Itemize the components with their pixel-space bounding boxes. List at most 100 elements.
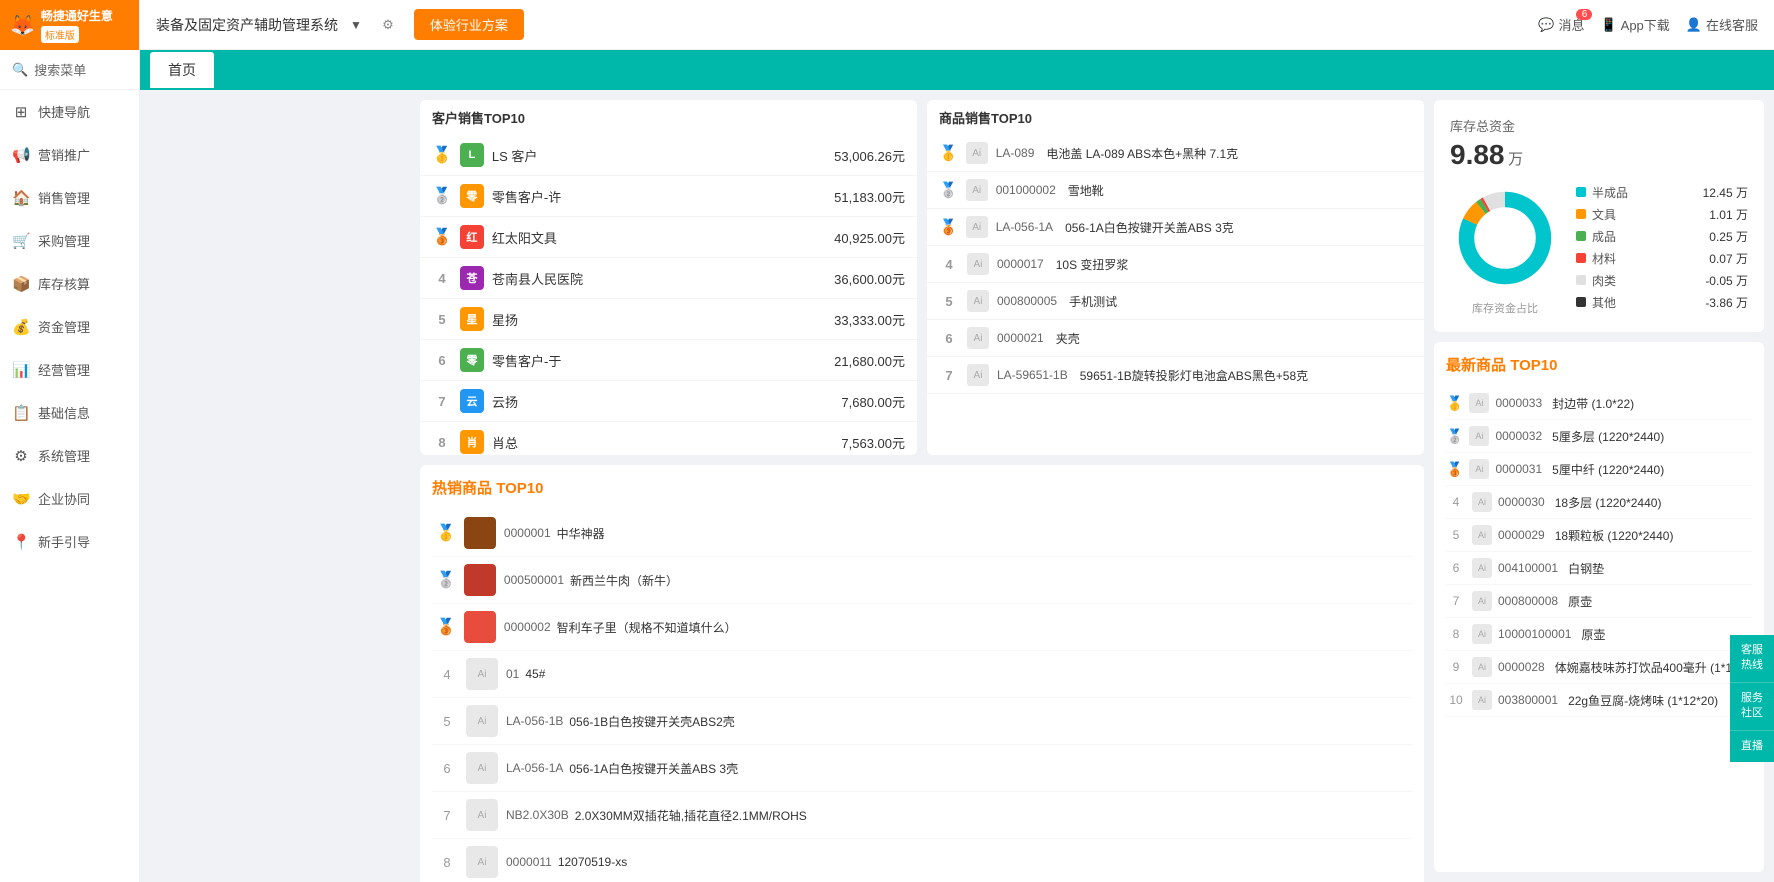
product-name: 电池盖 LA-089 ABS本色+黑种 7.1克 <box>1046 145 1412 162</box>
sidebar-item-sales[interactable]: 🏠 销售管理 <box>0 176 139 219</box>
legend-item: 肉类 -0.05 万 <box>1576 272 1748 289</box>
legend-dot <box>1576 187 1586 197</box>
hot-product-code: 01 <box>506 667 519 681</box>
new-product-code: 004100001 <box>1498 561 1558 575</box>
rank-number: 6 <box>432 353 452 368</box>
rank-medal: 🥈 <box>939 181 958 199</box>
rank-avatar: 云 <box>460 389 484 413</box>
new-product-name: 22g鱼豆腐-烧烤味 (1*12*20) <box>1568 692 1718 709</box>
header: 装备及固定资产辅助管理系统 ▼ ⚙ 体验行业方案 💬 消息 6 📱 App下载 … <box>140 0 1774 50</box>
sidebar-search[interactable]: 🔍 搜索菜单 <box>0 50 139 90</box>
sidebar-item-coop[interactable]: 🤝 企业协同 <box>0 477 139 520</box>
search-icon: 🔍 <box>12 62 28 78</box>
left-panel <box>140 90 420 882</box>
product-sales-panel: 商品销售TOP10 🥇 Ai LA-089 电池盖 LA-089 ABS本色+黑… <box>927 100 1424 455</box>
product-name: 夹壳 <box>1056 330 1412 347</box>
hot-product-name: 中华神器 <box>557 525 605 542</box>
float-service-live[interactable]: 直播 <box>1730 731 1774 762</box>
header-right: 💬 消息 6 📱 App下载 👤 在线客服 <box>1538 15 1758 34</box>
new-product-name: 原壶 <box>1581 626 1605 643</box>
customer-ranking-title: 客户销售TOP10 <box>432 108 905 127</box>
header-dropdown[interactable]: ▼ <box>350 18 362 32</box>
new-product-code: 0000033 <box>1495 396 1542 410</box>
hot-product-name: 056-1A白色按键开关盖ABS 3壳 <box>569 760 738 777</box>
hot-product-code: NB2.0X30B <box>506 808 569 822</box>
rank-number: 9 <box>1446 660 1466 674</box>
sidebar-item-label: 快捷导航 <box>38 102 90 121</box>
legend-value: 12.45 万 <box>1703 184 1748 201</box>
finance-icon: 💰 <box>12 318 30 336</box>
rank-number: 7 <box>1446 594 1466 608</box>
legend-item: 半成品 12.45 万 <box>1576 184 1748 201</box>
float-service-community[interactable]: 服务 社区 <box>1730 683 1774 731</box>
rank-medal: 🥈 <box>1446 428 1463 445</box>
new-product-thumb: Ai <box>1472 624 1492 644</box>
rank-number: 4 <box>436 667 458 682</box>
hot-product-row: 🥈 000500001 新西兰牛肉（新牛） <box>432 557 1412 604</box>
product-thumbnail <box>464 517 496 549</box>
float-service-hotline[interactable]: 客服 热线 <box>1730 635 1774 683</box>
rank-name: 红太阳文具 <box>492 228 826 247</box>
legend-value: 0.25 万 <box>1709 228 1748 245</box>
product-code: LA-089 <box>996 146 1035 160</box>
online-service-button[interactable]: 👤 在线客服 <box>1686 15 1758 34</box>
customer-rank-row: 🥈 零 零售客户-许 51,183.00元 <box>420 176 917 217</box>
app-download-button[interactable]: 📱 App下载 <box>1600 15 1669 34</box>
legend-item: 文具 1.01 万 <box>1576 206 1748 223</box>
rank-medal: 🥇 <box>432 145 452 165</box>
hot-product-row: 8 Ai 0000011 12070519-xs <box>432 839 1412 882</box>
home-icon: ⊞ <box>12 103 30 121</box>
hot-product-row: 🥉 0000002 智利车子里（规格不知道填什么） <box>432 604 1412 651</box>
rank-number: 7 <box>432 394 452 409</box>
product-rank-row: 6 Ai 0000021 夹壳 <box>927 320 1424 357</box>
rank-number: 6 <box>1446 561 1466 575</box>
hot-product-name: 056-1B白色按键开关壳ABS2壳 <box>569 713 734 730</box>
tab-home[interactable]: 首页 <box>150 52 214 88</box>
middle-section: 客户销售TOP10 🥇 L LS 客户 53,006.26元 🥈 零 零售客户-… <box>420 90 1434 882</box>
sidebar-item-marketing[interactable]: 📢 营销推广 <box>0 133 139 176</box>
message-badge: 6 <box>1576 9 1592 20</box>
product-sales-list: 🥇 Ai LA-089 电池盖 LA-089 ABS本色+黑种 7.1克 🥈 A… <box>927 135 1424 394</box>
chevron-down-icon: ▼ <box>350 18 362 32</box>
sidebar-item-quick-nav[interactable]: ⊞ 快捷导航 <box>0 90 139 133</box>
message-button[interactable]: 💬 消息 6 <box>1538 15 1584 34</box>
service-icon: 👤 <box>1686 17 1702 33</box>
hot-product-info: 0000002 智利车子里（规格不知道填什么） <box>504 619 1408 636</box>
rank-number: 6 <box>939 331 959 346</box>
hot-product-info: 000500001 新西兰牛肉（新牛） <box>504 572 1408 589</box>
hot-product-code: 0000002 <box>504 620 551 634</box>
sidebar-item-operation[interactable]: 📊 经营管理 <box>0 348 139 391</box>
try-button[interactable]: 体验行业方案 <box>414 9 524 40</box>
settings-button[interactable]: ⚙ <box>374 11 402 39</box>
rank-medal: 🥉 <box>432 227 452 247</box>
sidebar-item-label: 营销推广 <box>38 145 90 164</box>
sidebar-item-inventory[interactable]: 📦 库存核算 <box>0 262 139 305</box>
product-sales-header: 商品销售TOP10 <box>927 100 1424 135</box>
rank-amount: 53,006.26元 <box>834 146 905 165</box>
sidebar-item-finance[interactable]: 💰 资金管理 <box>0 305 139 348</box>
rank-number: 8 <box>1446 627 1466 641</box>
sidebar-item-system[interactable]: ⚙ 系统管理 <box>0 434 139 477</box>
rank-amount: 40,925.00元 <box>834 228 905 247</box>
product-thumb: Ai <box>966 179 988 201</box>
new-product-code: 000800008 <box>1498 594 1558 608</box>
rank-avatar: 红 <box>460 225 484 249</box>
sidebar-item-basic[interactable]: 📋 基础信息 <box>0 391 139 434</box>
sidebar-item-guide[interactable]: 📍 新手引导 <box>0 520 139 563</box>
legend-name: 其他 <box>1592 294 1699 311</box>
hot-product-code: LA-056-1A <box>506 761 563 775</box>
rank-avatar: 肖 <box>460 430 484 454</box>
sidebar-item-purchase[interactable]: 🛒 采购管理 <box>0 219 139 262</box>
new-product-thumb: Ai <box>1469 459 1489 479</box>
message-icon: 💬 <box>1538 17 1554 33</box>
customer-ranking-header: 客户销售TOP10 <box>420 100 917 135</box>
sidebar-item-label: 基础信息 <box>38 403 90 422</box>
app-label: App下载 <box>1621 15 1670 34</box>
content-area: 客户销售TOP10 🥇 L LS 客户 53,006.26元 🥈 零 零售客户-… <box>140 90 1774 882</box>
hot-product-code: LA-056-1B <box>506 714 563 728</box>
legend-name: 半成品 <box>1592 184 1697 201</box>
hot-product-name: 12070519-xs <box>558 855 627 869</box>
new-product-name: 封边带 (1.0*22) <box>1552 395 1634 412</box>
inventory-chart-label: 库存资金占比 <box>1450 300 1560 316</box>
right-panel: 库存总资金 9.88 万 <box>1434 90 1774 882</box>
